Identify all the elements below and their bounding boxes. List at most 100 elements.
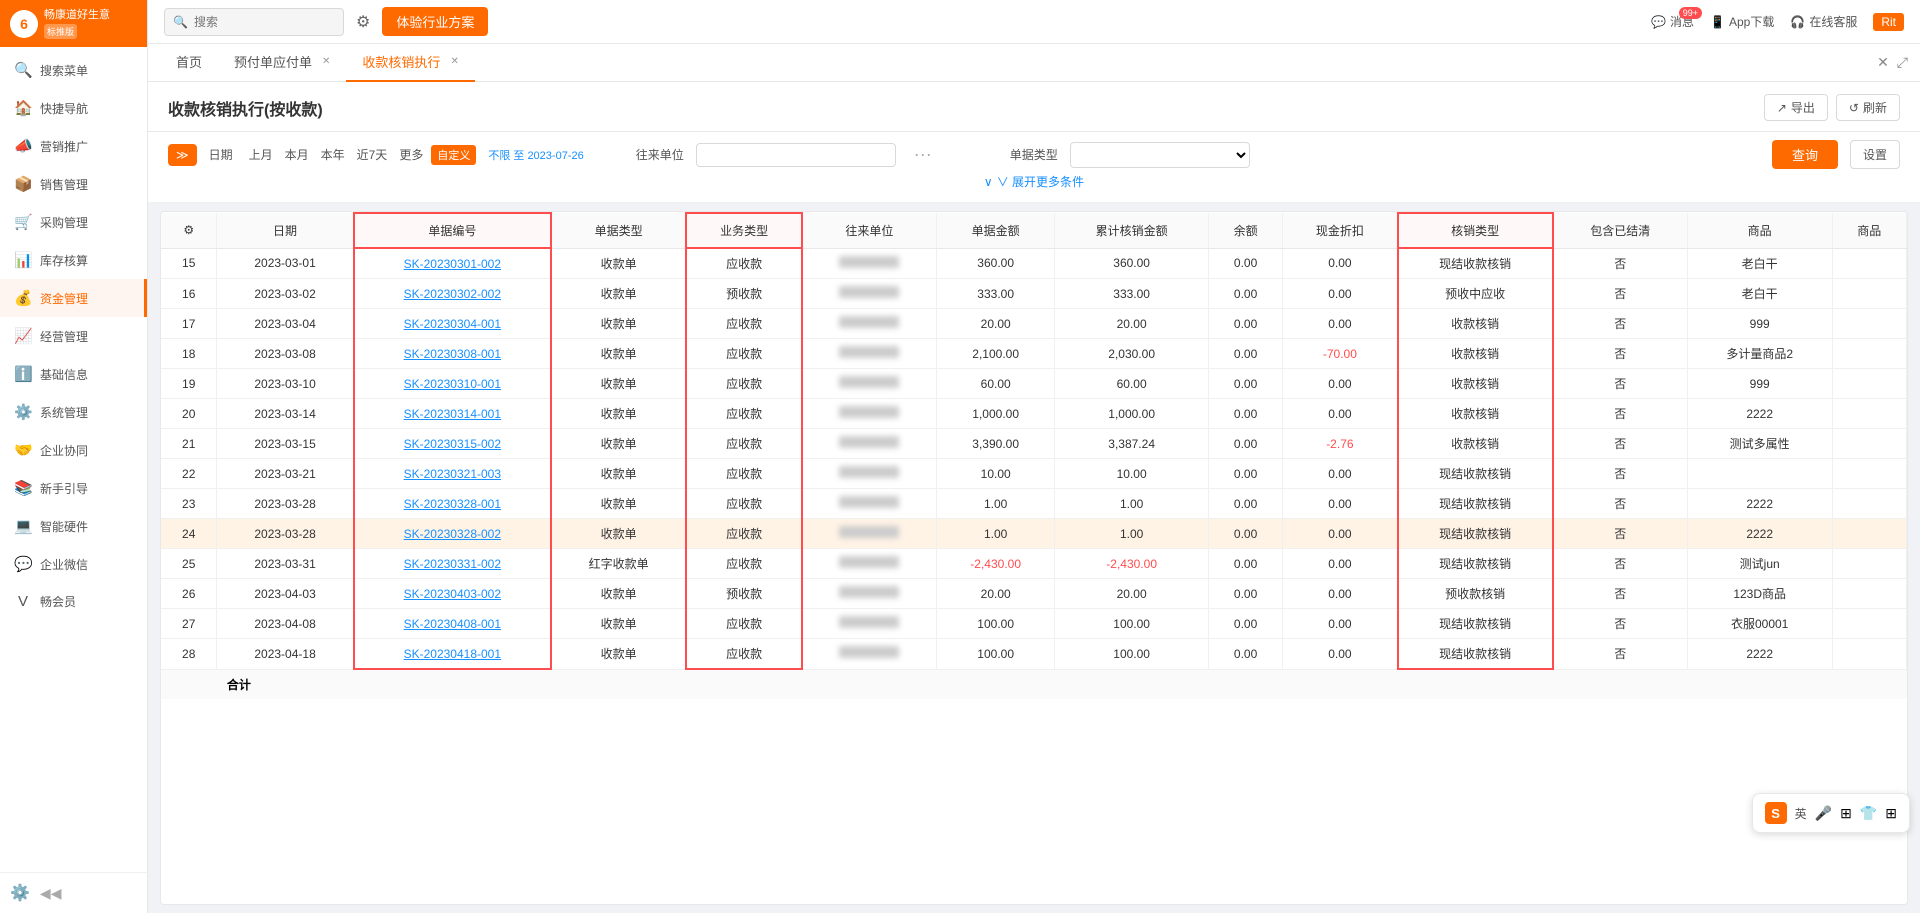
sidebar-item-collab[interactable]: 🤝企业协同 [0,431,147,469]
row-verified: 10.00 [1055,459,1209,489]
date-more[interactable]: 更多 [395,144,427,165]
system-icon: ⚙️ [14,403,32,421]
bill-link[interactable]: SK-20230304-001 [404,317,501,331]
bill-link[interactable]: SK-20230315-002 [404,437,501,451]
table-row: 152023-03-01SK-20230301-002收款单应收款360.003… [161,248,1907,279]
bill-link[interactable]: SK-20230331-002 [404,557,501,571]
tab-expand-icon[interactable]: ⤢ [1897,54,1908,71]
sidebar-item-quicknav[interactable]: 🏠快捷导航 [0,89,147,127]
tab-label-collection: 收款核销执行 [362,52,440,71]
tab-close-all-icon[interactable]: ✕ [1877,54,1889,71]
filter-toggle[interactable]: ≫ [168,144,197,166]
export-button[interactable]: ↗ 导出 [1764,94,1828,121]
partner-input[interactable] [696,143,896,167]
topbar-search-input[interactable] [194,15,335,29]
date-prev-month[interactable]: 上月 [245,144,277,165]
row-bill-no[interactable]: SK-20230321-003 [354,459,551,489]
partner-dots[interactable]: ··· [908,144,938,165]
row-discount: 0.00 [1283,399,1398,429]
sidebar-item-inventory[interactable]: 📊库存核算 [0,241,147,279]
footer-cell-3 [551,669,686,699]
date-this-year[interactable]: 本年 [317,144,349,165]
bill-link[interactable]: SK-20230328-002 [404,527,501,541]
tab-home[interactable]: 首页 [160,44,218,82]
table-row: 232023-03-28SK-20230328-001收款单应收款1.001.0… [161,489,1907,519]
tab-close-collection[interactable]: ✕ [450,56,458,67]
float-mic-icon[interactable]: 🎤 [1815,805,1832,822]
row-bill-no[interactable]: SK-20230308-001 [354,339,551,369]
row-bill-no[interactable]: SK-20230302-002 [354,279,551,309]
sidebar-item-marketing[interactable]: 📣营销推广 [0,127,147,165]
tab-close-prepay[interactable]: ✕ [322,56,330,67]
float-shirt-icon[interactable]: 👕 [1860,805,1877,822]
row-bill-no[interactable]: SK-20230301-002 [354,248,551,279]
date-7days[interactable]: 近7天 [353,144,392,165]
bill-link[interactable]: SK-20230403-002 [404,587,501,601]
app-download-button[interactable]: 📱 App下载 [1710,13,1774,30]
row-balance: 0.00 [1208,309,1282,339]
float-s-logo: S [1765,802,1787,824]
bill-link[interactable]: SK-20230308-001 [404,347,501,361]
collapse-icon[interactable]: ◀◀ [40,885,62,902]
row-bill-no[interactable]: SK-20230328-002 [354,519,551,549]
bill-link[interactable]: SK-20230321-003 [404,467,501,481]
tab-collection[interactable]: 收款核销执行 ✕ [346,44,474,82]
settings-icon[interactable]: ⚙️ [10,883,30,903]
tab-prepay[interactable]: 预付单应付单✕ [218,44,346,82]
sidebar-item-purchase[interactable]: 🛒采购管理 [0,203,147,241]
expand-conditions[interactable]: ∨ ∨ 展开更多条件 [168,169,1900,194]
row-bill-no[interactable]: SK-20230418-001 [354,639,551,670]
refresh-button[interactable]: ↺ 刷新 [1836,94,1900,121]
sidebar-item-member[interactable]: V畅会员 [0,583,147,620]
row-date: 2023-03-02 [217,279,354,309]
bill-link[interactable]: SK-20230302-002 [404,287,501,301]
row-bill-no[interactable]: SK-20230403-002 [354,579,551,609]
sidebar-item-search[interactable]: 🔍搜索菜单 [0,51,147,89]
blur-partner [839,256,899,268]
sidebar-item-sales[interactable]: 📦销售管理 [0,165,147,203]
row-write-type: 预收款核销 [1398,579,1553,609]
type-select[interactable] [1070,142,1250,168]
bill-link[interactable]: SK-20230301-002 [404,257,501,271]
bill-link[interactable]: SK-20230328-001 [404,497,501,511]
sidebar-item-finance[interactable]: 💰资金管理 [0,279,147,317]
bill-link[interactable]: SK-20230310-001 [404,377,501,391]
float-grid-icon[interactable]: ⊞ [1840,805,1852,822]
row-bill-no[interactable]: SK-20230331-002 [354,549,551,579]
row-bill-no[interactable]: SK-20230304-001 [354,309,551,339]
topbar-settings-icon[interactable]: ⚙ [356,12,370,32]
solution-button[interactable]: 体验行业方案 [382,7,488,36]
float-share-icon[interactable]: ⊞ [1885,805,1897,822]
row-bill-no[interactable]: SK-20230408-001 [354,609,551,639]
user-avatar[interactable]: Rit [1873,13,1904,31]
row-bill-no[interactable]: SK-20230315-002 [354,429,551,459]
row-biz-type: 应收款 [686,399,802,429]
query-button[interactable]: 查询 [1772,140,1838,169]
col-settings-icon[interactable]: ⚙ [183,223,194,237]
sidebar-item-operation[interactable]: 📈经营管理 [0,317,147,355]
message-button[interactable]: 💬 消息 99+ [1651,13,1694,30]
col-header-8: 余额 [1208,213,1282,248]
sidebar-item-wechat[interactable]: 💬企业微信 [0,545,147,583]
sidebar-logo: 6 畅康道好生意 标推版 [0,0,147,47]
date-this-month[interactable]: 本月 [281,144,313,165]
bill-link[interactable]: SK-20230314-001 [404,407,501,421]
data-table: ⚙日期单据编号单据类型业务类型往来单位单据金额累计核销金额余额现金折扣核销类型包… [161,212,1907,699]
sidebar-label-search: 搜索菜单 [40,62,88,79]
bill-link[interactable]: SK-20230408-001 [404,617,501,631]
marketing-icon: 📣 [14,137,32,155]
row-bill-no[interactable]: SK-20230314-001 [354,399,551,429]
sidebar-item-hardware[interactable]: 💻智能硬件 [0,507,147,545]
row-included: 否 [1553,399,1688,429]
row-bill-no[interactable]: SK-20230328-001 [354,489,551,519]
filter-settings-button[interactable]: 设置 [1850,140,1900,169]
row-bill-no[interactable]: SK-20230310-001 [354,369,551,399]
expand-label: ∨ 展开更多条件 [997,173,1084,190]
sidebar-item-guide[interactable]: 📚新手引导 [0,469,147,507]
row-biz-type: 应收款 [686,339,802,369]
date-custom-btn[interactable]: 自定义 [431,145,476,165]
sidebar-item-system[interactable]: ⚙️系统管理 [0,393,147,431]
bill-link[interactable]: SK-20230418-001 [404,647,501,661]
sidebar-item-basic[interactable]: ℹ️基础信息 [0,355,147,393]
service-button[interactable]: 🎧 在线客服 [1790,13,1857,30]
